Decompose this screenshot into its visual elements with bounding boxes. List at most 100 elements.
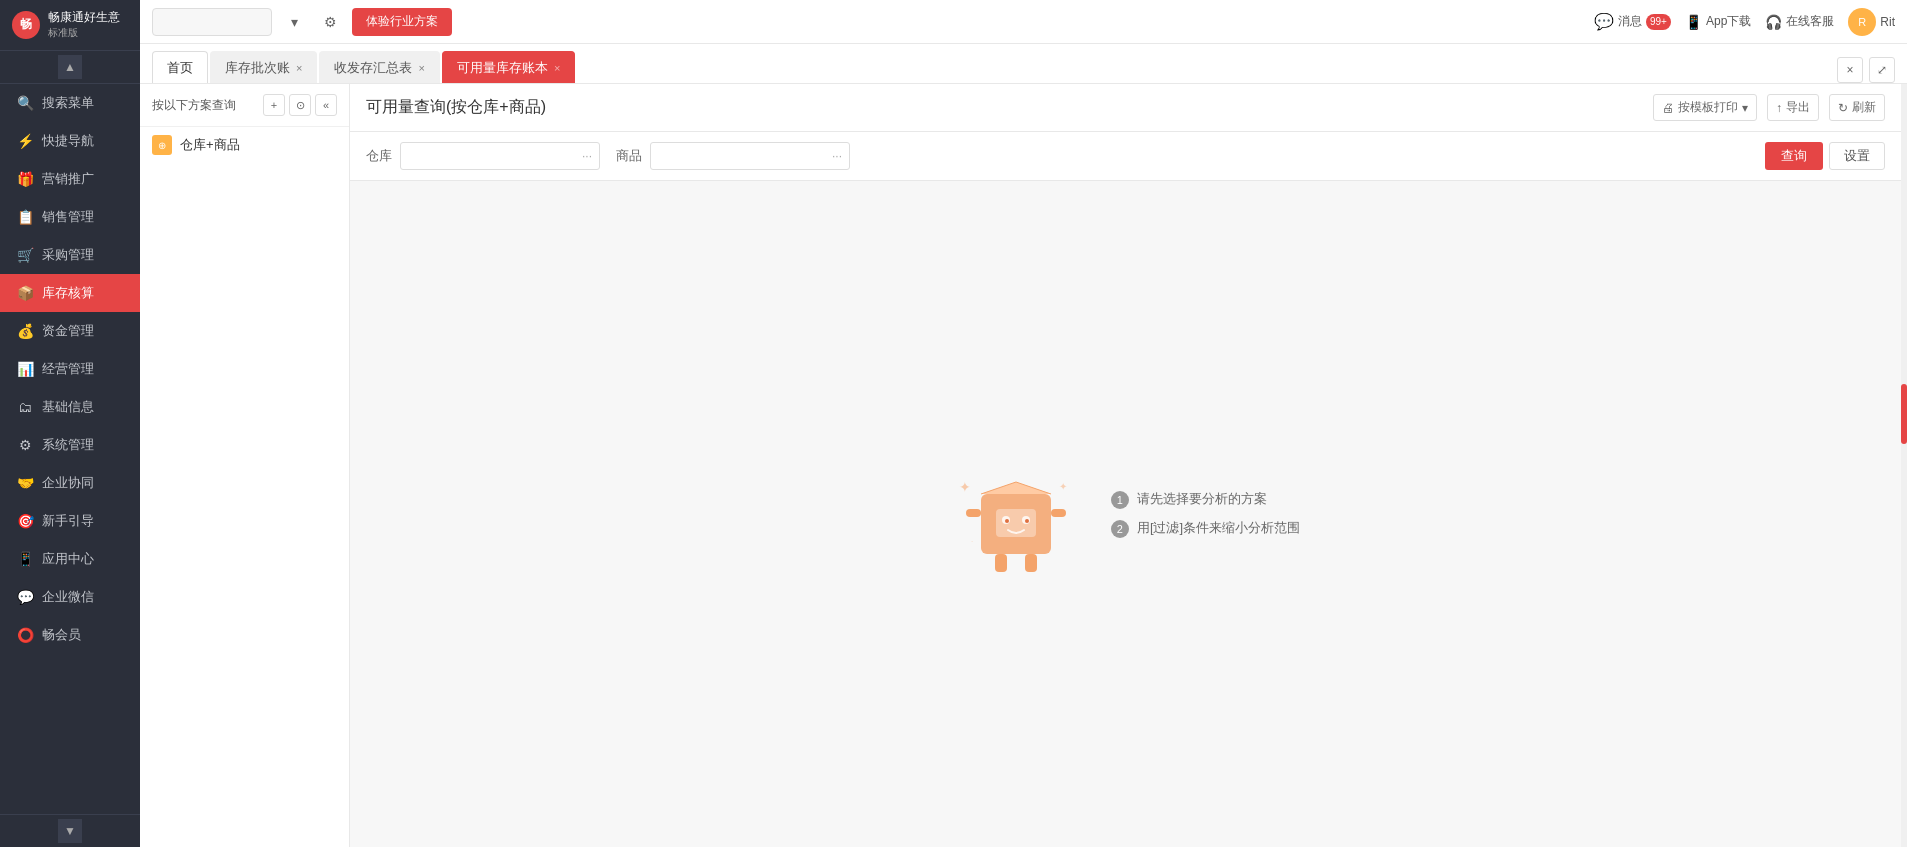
chevron-down-icon: ▾ bbox=[1742, 101, 1748, 115]
query-submit-btn[interactable]: 查询 bbox=[1765, 142, 1823, 170]
svg-rect-7 bbox=[1051, 509, 1066, 517]
inventory-icon: 📦 bbox=[16, 285, 34, 301]
app-download-btn[interactable]: 📱 App下载 bbox=[1685, 13, 1751, 30]
member-icon: ⭕ bbox=[16, 627, 34, 643]
system-icon: ⚙ bbox=[16, 437, 34, 453]
wechat-icon: 💬 bbox=[16, 589, 34, 605]
sidebar-scroll-up-btn[interactable]: ▲ bbox=[58, 55, 82, 79]
filter-collapse-btn[interactable]: « bbox=[315, 94, 337, 116]
sidebar-scroll-up[interactable]: ▲ bbox=[0, 51, 140, 84]
sidebar-item-search[interactable]: 🔍 搜索菜单 bbox=[0, 84, 140, 122]
shortcut-icon: ⚡ bbox=[16, 133, 34, 149]
goods-more-icon[interactable]: ··· bbox=[832, 149, 842, 163]
message-icon: 💬 bbox=[1594, 12, 1614, 31]
empty-state: ✦ ✦ · 1 请先选择要分析的方案 2 用[过滤]条件来缩小分析范围 bbox=[350, 181, 1901, 847]
operations-icon: 📊 bbox=[16, 361, 34, 377]
scroll-thumb bbox=[1901, 384, 1907, 444]
empty-svg: ✦ ✦ · bbox=[951, 454, 1081, 584]
topbar-search-input[interactable] bbox=[152, 8, 272, 36]
sidebar-item-shortcut[interactable]: ⚡ 快捷导航 bbox=[0, 122, 140, 160]
sidebar-scroll-down[interactable]: ▼ bbox=[0, 814, 140, 847]
refresh-btn[interactable]: ↻ 刷新 bbox=[1829, 94, 1885, 121]
sidebar-item-wechat[interactable]: 💬 企业微信 bbox=[0, 578, 140, 616]
svg-point-4 bbox=[1005, 519, 1009, 523]
warehouse-input[interactable] bbox=[400, 142, 600, 170]
sidebar-item-appstore[interactable]: 📱 应用中心 bbox=[0, 540, 140, 578]
tabbar: 首页 库存批次账 × 收发存汇总表 × 可用量库存账本 × × ⤢ bbox=[140, 44, 1907, 84]
customer-service-btn[interactable]: 🎧 在线客服 bbox=[1765, 13, 1834, 30]
tab-receive-close[interactable]: × bbox=[418, 62, 424, 74]
content-area: 按以下方案查询 + ⊙ « ⊕ 仓库+商品 可用量查询(按仓库+商品) 🖨 bbox=[140, 84, 1907, 847]
topbar-gear-btn[interactable]: ⚙ bbox=[316, 8, 344, 36]
filter-item-icon: ⊕ bbox=[152, 135, 172, 155]
goods-input[interactable] bbox=[650, 142, 850, 170]
tab-close-all-btn[interactable]: × bbox=[1837, 57, 1863, 83]
topbar: ▾ ⚙ 体验行业方案 💬 消息 99+ 📱 App下载 🎧 在线客服 R bbox=[140, 0, 1907, 44]
sidebar-item-basic[interactable]: 🗂 基础信息 bbox=[0, 388, 140, 426]
empty-illustration: ✦ ✦ · bbox=[951, 454, 1071, 574]
filter-title: 按以下方案查询 bbox=[152, 97, 236, 114]
tab-batch[interactable]: 库存批次账 × bbox=[210, 51, 317, 83]
goods-label: 商品 bbox=[616, 147, 642, 165]
svg-rect-6 bbox=[966, 509, 981, 517]
sidebar: 畅 畅康通好生意 标准版 ▲ 🔍 搜索菜单 ⚡ 快捷导航 🎁 营销推广 📋 销售… bbox=[0, 0, 140, 847]
step-2-num: 2 bbox=[1111, 520, 1129, 538]
filter-settings-btn[interactable]: ⊙ bbox=[289, 94, 311, 116]
tab-available[interactable]: 可用量库存账本 × bbox=[442, 51, 575, 83]
message-btn[interactable]: 💬 消息 99+ bbox=[1594, 12, 1671, 31]
tab-home[interactable]: 首页 bbox=[152, 51, 208, 83]
tab-expand-btn[interactable]: ⤢ bbox=[1869, 57, 1895, 83]
message-badge: 99+ bbox=[1646, 14, 1671, 30]
page-title: 可用量查询(按仓库+商品) bbox=[366, 97, 546, 118]
topbar-dropdown-btn[interactable]: ▾ bbox=[280, 8, 308, 36]
warehouse-more-icon[interactable]: ··· bbox=[582, 149, 592, 163]
finance-icon: 💰 bbox=[16, 323, 34, 339]
search-icon: 🔍 bbox=[16, 95, 34, 111]
sidebar-item-sales[interactable]: 📋 销售管理 bbox=[0, 198, 140, 236]
sidebar-item-finance[interactable]: 💰 资金管理 bbox=[0, 312, 140, 350]
sidebar-item-member[interactable]: ⭕ 畅会员 bbox=[0, 616, 140, 654]
sidebar-item-enterprise[interactable]: 🤝 企业协同 bbox=[0, 464, 140, 502]
user-avatar: R bbox=[1848, 8, 1876, 36]
warehouse-field: 仓库 ··· bbox=[366, 142, 600, 170]
sidebar-logo: 畅 畅康通好生意 标准版 bbox=[0, 0, 140, 51]
step-1-num: 1 bbox=[1111, 491, 1129, 509]
goods-field: 商品 ··· bbox=[616, 142, 850, 170]
sidebar-item-newbie[interactable]: 🎯 新手引导 bbox=[0, 502, 140, 540]
sidebar-item-inventory[interactable]: 📦 库存核算 bbox=[0, 274, 140, 312]
right-scrollbar[interactable] bbox=[1901, 84, 1907, 847]
warehouse-label: 仓库 bbox=[366, 147, 392, 165]
print-btn[interactable]: 🖨 按模板打印 ▾ bbox=[1653, 94, 1757, 121]
sidebar-item-purchase[interactable]: 🛒 采购管理 bbox=[0, 236, 140, 274]
query-settings-btn[interactable]: 设置 bbox=[1829, 142, 1885, 170]
sidebar-item-system[interactable]: ⚙ 系统管理 bbox=[0, 426, 140, 464]
industry-solution-btn[interactable]: 体验行业方案 bbox=[352, 8, 452, 36]
filter-add-btn[interactable]: + bbox=[263, 94, 285, 116]
basic-icon: 🗂 bbox=[16, 399, 34, 415]
page-header: 可用量查询(按仓库+商品) 🖨 按模板打印 ▾ ↑ 导出 ↻ 刷新 bbox=[350, 84, 1901, 132]
tab-receive[interactable]: 收发存汇总表 × bbox=[319, 51, 439, 83]
logo-icon: 畅 bbox=[12, 11, 40, 39]
filter-warehouse-goods[interactable]: ⊕ 仓库+商品 bbox=[140, 127, 349, 163]
logo-text: 畅康通好生意 bbox=[48, 10, 120, 26]
export-btn[interactable]: ↑ 导出 bbox=[1767, 94, 1819, 121]
print-icon: 🖨 bbox=[1662, 101, 1674, 115]
sidebar-scroll-down-btn[interactable]: ▼ bbox=[58, 819, 82, 843]
enterprise-icon: 🤝 bbox=[16, 475, 34, 491]
appstore-icon: 📱 bbox=[16, 551, 34, 567]
export-icon: ↑ bbox=[1776, 101, 1782, 115]
user-profile[interactable]: R Rit bbox=[1848, 8, 1895, 36]
sidebar-item-operations[interactable]: 📊 经营管理 bbox=[0, 350, 140, 388]
empty-step-2: 2 用[过滤]条件来缩小分析范围 bbox=[1111, 519, 1300, 538]
sidebar-item-marketing[interactable]: 🎁 营销推广 bbox=[0, 160, 140, 198]
svg-text:·: · bbox=[971, 537, 973, 546]
newbie-icon: 🎯 bbox=[16, 513, 34, 529]
query-bar: 仓库 ··· 商品 ··· 查询 设置 bbox=[350, 132, 1901, 181]
tab-batch-close[interactable]: × bbox=[296, 62, 302, 74]
refresh-icon: ↻ bbox=[1838, 101, 1848, 115]
purchase-icon: 🛒 bbox=[16, 247, 34, 263]
main-wrapper: ▾ ⚙ 体验行业方案 💬 消息 99+ 📱 App下载 🎧 在线客服 R bbox=[140, 0, 1907, 847]
tab-available-close[interactable]: × bbox=[554, 62, 560, 74]
empty-text: 1 请先选择要分析的方案 2 用[过滤]条件来缩小分析范围 bbox=[1111, 490, 1300, 538]
main-content: 可用量查询(按仓库+商品) 🖨 按模板打印 ▾ ↑ 导出 ↻ 刷新 bbox=[350, 84, 1901, 847]
